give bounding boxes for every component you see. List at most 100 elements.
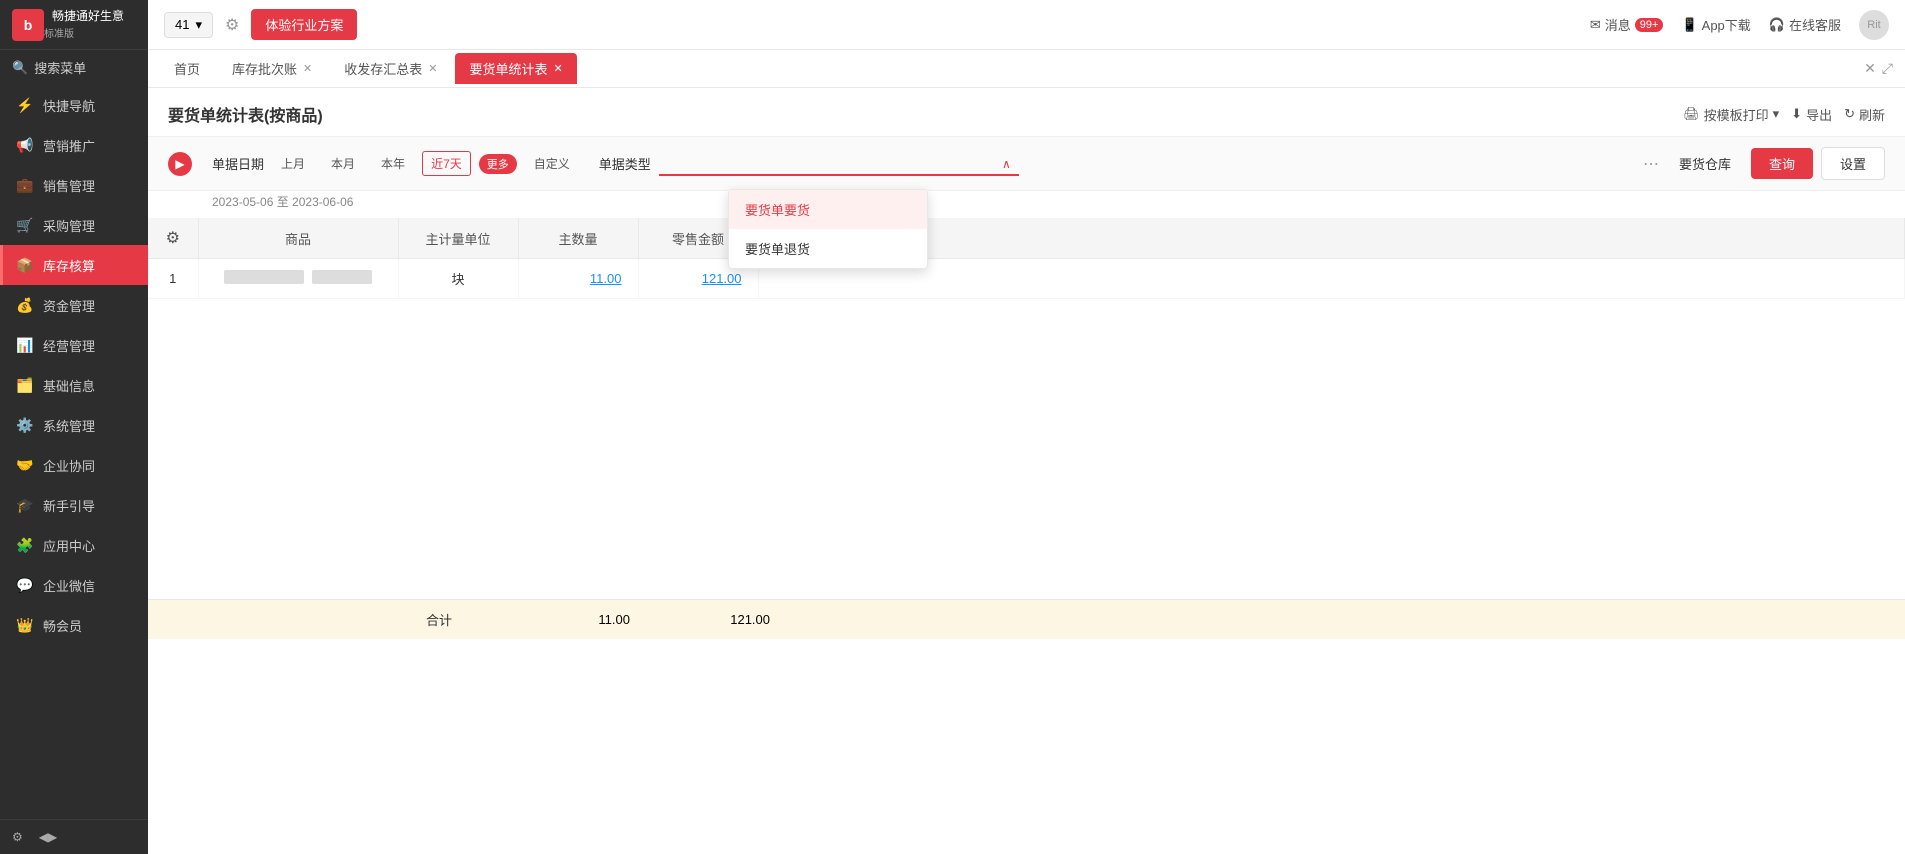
tab-home[interactable]: 首页: [160, 53, 214, 84]
td-unit: 块: [398, 259, 518, 299]
collapse-btn[interactable]: ◀▶: [39, 830, 57, 844]
close-all-tabs[interactable]: ✕ ⤢: [1864, 60, 1893, 77]
date-filter-group: 单据日期 上月 本月 本年 近7天 更多 自定义: [212, 151, 579, 176]
close-all-icon: ✕: [1864, 60, 1876, 77]
kuaijie-icon: ⚡: [15, 95, 35, 115]
print-btn[interactable]: 🖨 按模板打印 ▾: [1683, 105, 1779, 124]
filter-more-icon[interactable]: ⋯: [1643, 154, 1659, 174]
action-btns: 查询 设置: [1751, 147, 1885, 180]
refresh-btn[interactable]: ↻ 刷新: [1844, 105, 1885, 124]
search-menu[interactable]: 🔍 搜索菜单: [0, 50, 148, 85]
sidebar-item-jichu[interactable]: 🗂️ 基础信息: [0, 365, 148, 405]
tab-label: 要货单统计表: [469, 59, 547, 78]
tab-close-icon[interactable]: ✕: [303, 62, 312, 75]
xitong-icon: ⚙️: [15, 415, 35, 435]
sidebar-item-label: 企业微信: [43, 576, 95, 595]
date-more-btn[interactable]: 更多: [479, 154, 517, 174]
date-this-month[interactable]: 本月: [322, 151, 364, 176]
sidebar-item-huiyuan[interactable]: 👑 畅会员: [0, 605, 148, 645]
tab-label: 首页: [174, 59, 200, 78]
sidebar-item-label: 销售管理: [43, 176, 95, 195]
tab-close-icon[interactable]: ✕: [428, 62, 437, 75]
sidebar-item-label: 采购管理: [43, 216, 95, 235]
date-last-7[interactable]: 近7天: [422, 151, 471, 176]
th-quantity: 主数量: [518, 218, 638, 259]
zijin-icon: 💰: [15, 295, 35, 315]
sidebar-item-yingyong[interactable]: 🧩 应用中心: [0, 525, 148, 565]
type-chevron-icon[interactable]: ∧: [1002, 157, 1011, 171]
topbar: 41 ▾ ⚙ 体验行业方案 ✉ 消息 99+ 📱 App下载 🎧 在线客服 Ri…: [148, 0, 1905, 50]
trial-btn[interactable]: 体验行业方案: [251, 9, 357, 40]
td-quantity[interactable]: 11.00: [518, 259, 638, 299]
branch-value: 41: [175, 17, 189, 32]
huiyuan-icon: 👑: [15, 615, 35, 635]
sidebar-item-qiye[interactable]: 🤝 企业协同: [0, 445, 148, 485]
footer-quantity: 11.00: [526, 612, 646, 627]
export-label: 导出: [1806, 105, 1832, 124]
settings-btn[interactable]: ⚙: [12, 830, 23, 844]
footer-label: 合计: [426, 610, 526, 629]
type-label: 单据类型: [599, 154, 651, 173]
messages-label: 消息: [1605, 15, 1631, 34]
sidebar-item-kuaijie[interactable]: ⚡ 快捷导航: [0, 85, 148, 125]
export-btn[interactable]: ⬇ 导出: [1791, 105, 1832, 124]
type-input[interactable]: [659, 151, 1019, 176]
sidebar-item-wechat[interactable]: 💬 企业微信: [0, 565, 148, 605]
caigou-icon: 🛒: [15, 215, 35, 235]
export-icon: ⬇: [1791, 106, 1802, 122]
date-custom-btn[interactable]: 自定义: [525, 151, 579, 176]
branch-selector[interactable]: 41 ▾: [164, 12, 213, 38]
tab-close-icon[interactable]: ✕: [554, 62, 563, 75]
dropdown-item-yaohuo[interactable]: 要货单要货: [729, 190, 927, 229]
tab-shoufa-huizong[interactable]: 收发存汇总表 ✕: [330, 53, 451, 84]
sidebar-item-label: 快捷导航: [43, 96, 95, 115]
sidebar-item-label: 畅会员: [43, 616, 82, 635]
sidebar-logo: b 畅捷通好生意 标准版: [0, 0, 148, 50]
type-filter-group: 单据类型 ∧: [599, 151, 1623, 176]
table-wrap: ⚙ 商品 主计量单位 主数量 零售金额 1: [148, 218, 1905, 299]
settings-icon[interactable]: ⚙: [166, 230, 180, 247]
app-download-btn[interactable]: 📱 App下载: [1681, 15, 1750, 34]
th-settings[interactable]: ⚙: [148, 218, 198, 259]
sidebar-item-xinshou[interactable]: 🎓 新手引导: [0, 485, 148, 525]
td-index: 1: [148, 259, 198, 299]
query-btn[interactable]: 查询: [1751, 148, 1813, 179]
qiye-icon: 🤝: [15, 455, 35, 475]
topbar-gear-icon[interactable]: ⚙: [225, 15, 239, 35]
main-area: 41 ▾ ⚙ 体验行业方案 ✉ 消息 99+ 📱 App下载 🎧 在线客服 Ri…: [148, 0, 1905, 854]
filter-bar-container: ▶ 单据日期 上月 本月 本年 近7天 更多 自定义 单据类型: [148, 137, 1905, 218]
sidebar-item-caigou[interactable]: 🛒 采购管理: [0, 205, 148, 245]
table-body: 1 块 11.00 121.00: [148, 259, 1905, 299]
tab-yaohuodan-tongji[interactable]: 要货单统计表 ✕: [455, 53, 576, 84]
brand-sub: 标准版: [44, 25, 124, 40]
th-extra: [758, 218, 1905, 259]
sidebar-item-kucun[interactable]: 📦 库存核算: [0, 245, 148, 285]
logo-text-wrap: 畅捷通好生意 标准版: [44, 9, 124, 40]
tab-kucun-pici[interactable]: 库存批次账 ✕: [218, 53, 326, 84]
sidebar-item-xiaoshou[interactable]: 💼 销售管理: [0, 165, 148, 205]
date-this-year[interactable]: 本年: [372, 151, 414, 176]
online-service-label: 在线客服: [1789, 15, 1841, 34]
sidebar-item-zijin[interactable]: 💰 资金管理: [0, 285, 148, 325]
sidebar-item-jingying[interactable]: 📊 经营管理: [0, 325, 148, 365]
content-inner: 要货单统计表(按商品) 🖨 按模板打印 ▾ ⬇ 导出 ↻ 刷新: [148, 88, 1905, 854]
print-label: 按模板打印: [1704, 105, 1769, 124]
sidebar-item-yingxiao[interactable]: 📢 营销推广: [0, 125, 148, 165]
dropdown-item-tuihuo[interactable]: 要货单退货: [729, 229, 927, 268]
td-extra: [758, 259, 1905, 299]
settings-btn[interactable]: 设置: [1821, 147, 1885, 180]
refresh-icon: ↻: [1844, 106, 1855, 122]
user-avatar[interactable]: Rit: [1859, 10, 1889, 40]
filter-toggle-btn[interactable]: ▶: [168, 152, 192, 176]
sidebar-item-label: 企业协同: [43, 456, 95, 475]
tab-bar: 首页 库存批次账 ✕ 收发存汇总表 ✕ 要货单统计表 ✕ ✕ ⤢: [148, 50, 1905, 88]
xinshou-icon: 🎓: [15, 495, 35, 515]
online-service-btn[interactable]: 🎧 在线客服: [1769, 15, 1841, 34]
date-last-month[interactable]: 上月: [272, 151, 314, 176]
date-label: 单据日期: [212, 154, 264, 173]
sidebar-item-xitong[interactable]: ⚙️ 系统管理: [0, 405, 148, 445]
messages-btn[interactable]: ✉ 消息 99+: [1590, 15, 1664, 34]
chevron-down-icon: ▾: [1773, 106, 1780, 122]
refresh-label: 刷新: [1859, 105, 1885, 124]
yingxiao-icon: 📢: [15, 135, 35, 155]
